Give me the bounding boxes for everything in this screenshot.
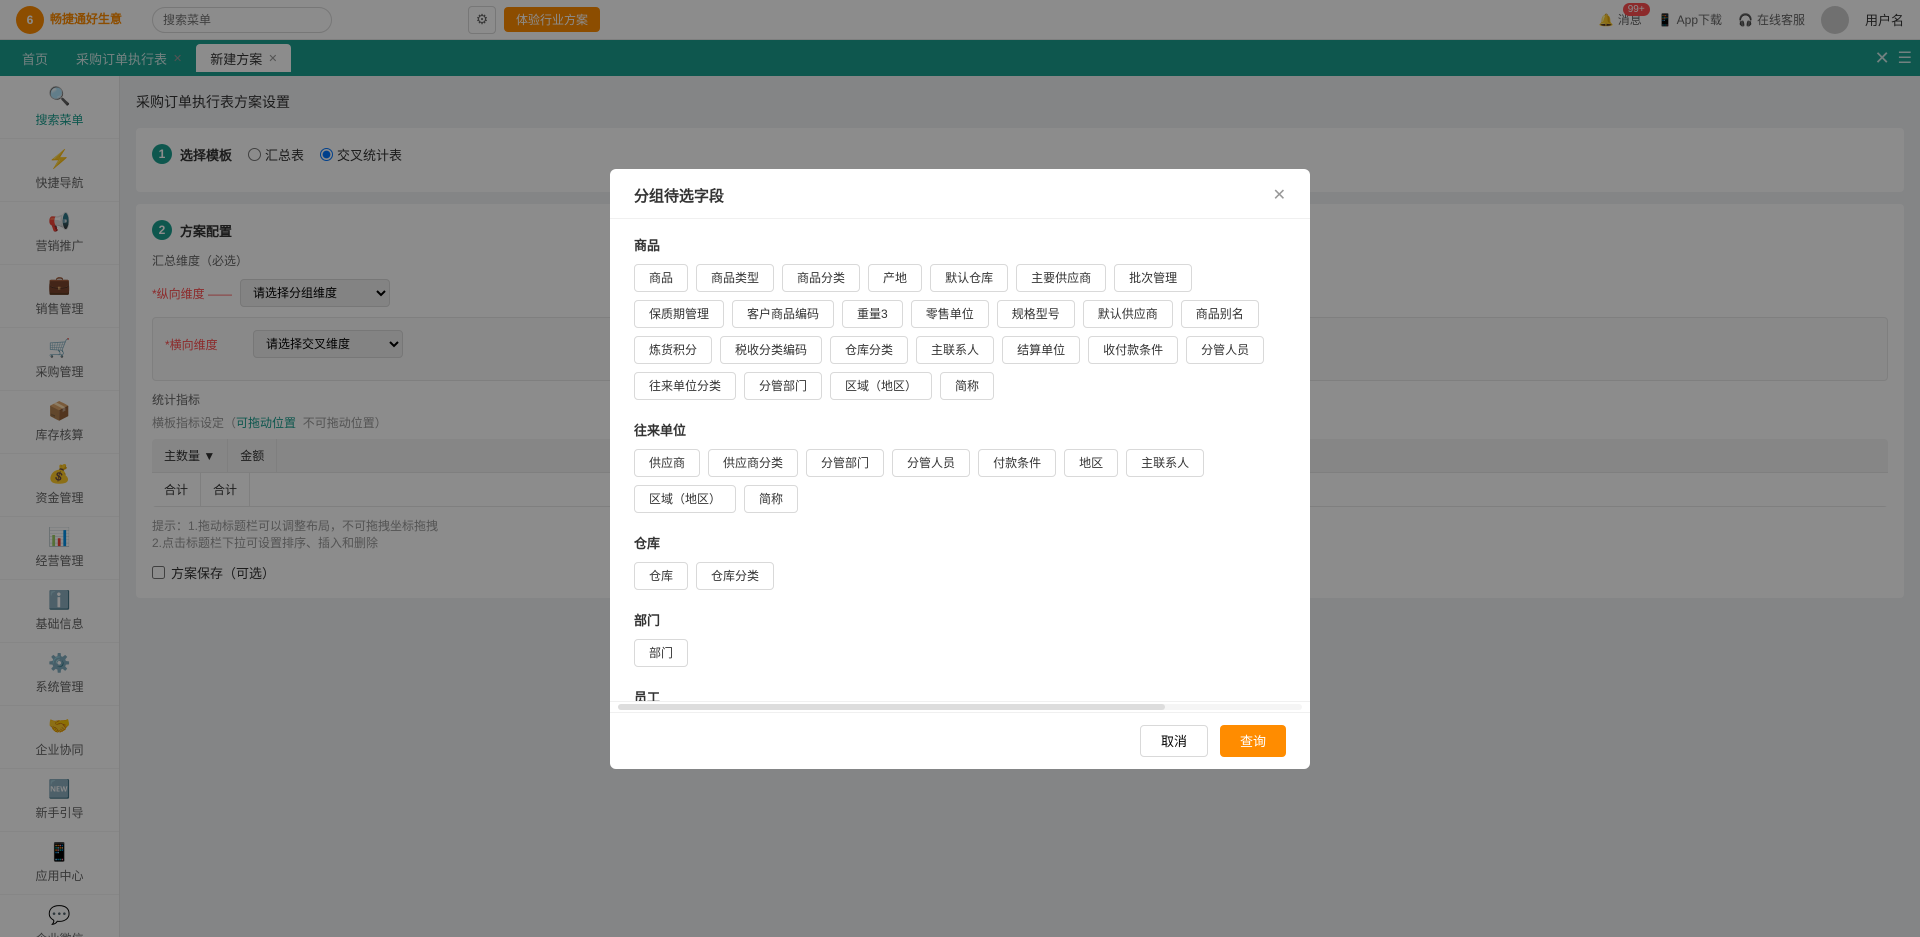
section-goods: 商品 商品 商品类型 商品分类 产地 默认仓库 主要供应商 批次管理 保质期管理…: [634, 235, 1286, 400]
field-tag-manager[interactable]: 分管人员: [1186, 336, 1264, 364]
section-goods-title: 商品: [634, 235, 1286, 254]
section-dept: 部门 部门: [634, 610, 1286, 667]
field-tag-abbr-goods[interactable]: 简称: [940, 372, 994, 400]
field-tag-region-goods[interactable]: 区域（地区）: [830, 372, 932, 400]
field-tag-department[interactable]: 部门: [634, 639, 688, 667]
field-tag-abbr-partner[interactable]: 简称: [744, 485, 798, 513]
field-tag-default-warehouse[interactable]: 默认仓库: [930, 264, 1008, 292]
modal-cancel-button[interactable]: 取消: [1140, 725, 1208, 757]
modal-overlay: 分组待选字段 ✕ 商品 商品 商品类型 商品分类 产地 默认仓库 主要供应商 批…: [0, 0, 1920, 937]
field-tag-staff-partner[interactable]: 分管人员: [892, 449, 970, 477]
field-tag-warehouse-category[interactable]: 仓库分类: [696, 562, 774, 590]
section-partner: 往来单位 供应商 供应商分类 分管部门 分管人员 付款条件 地区 主联系人 区域…: [634, 420, 1286, 513]
field-tag-spec-model[interactable]: 规格型号: [997, 300, 1075, 328]
modal-header: 分组待选字段 ✕: [610, 169, 1310, 219]
goods-field-tags: 商品 商品类型 商品分类 产地 默认仓库 主要供应商 批次管理 保质期管理 客户…: [634, 264, 1286, 400]
field-tag-area-partner[interactable]: 区域（地区）: [634, 485, 736, 513]
field-tag-tax-code[interactable]: 税收分类编码: [720, 336, 822, 364]
section-warehouse: 仓库 仓库 仓库分类: [634, 533, 1286, 590]
section-warehouse-title: 仓库: [634, 533, 1286, 552]
field-tag-main-contact[interactable]: 主联系人: [916, 336, 994, 364]
field-tag-region-partner[interactable]: 地区: [1064, 449, 1118, 477]
modal-title: 分组待选字段: [634, 185, 724, 206]
field-tag-warehouse-cat[interactable]: 仓库分类: [830, 336, 908, 364]
field-tag-customer-code[interactable]: 客户商品编码: [732, 300, 834, 328]
field-tag-goods-alias[interactable]: 商品别名: [1181, 300, 1259, 328]
field-tag-goods[interactable]: 商品: [634, 264, 688, 292]
field-tag-main-supplier[interactable]: 主要供应商: [1016, 264, 1106, 292]
field-tag-expiry-mgmt[interactable]: 保质期管理: [634, 300, 724, 328]
section-employee: 员工 业务员: [634, 687, 1286, 702]
section-partner-title: 往来单位: [634, 420, 1286, 439]
field-tag-contact-partner[interactable]: 主联系人: [1126, 449, 1204, 477]
field-tag-dept[interactable]: 分管部门: [744, 372, 822, 400]
modal-footer: 取消 查询: [610, 712, 1310, 769]
field-tag-points[interactable]: 炼货积分: [634, 336, 712, 364]
field-tag-goods-category[interactable]: 商品分类: [782, 264, 860, 292]
field-tag-default-supplier[interactable]: 默认供应商: [1083, 300, 1173, 328]
field-tag-payment-cond[interactable]: 付款条件: [978, 449, 1056, 477]
field-tag-weight3[interactable]: 重量3: [842, 300, 903, 328]
dept-field-tags: 部门: [634, 639, 1286, 667]
field-tag-supplier-cat[interactable]: 供应商分类: [708, 449, 798, 477]
field-tag-warehouse[interactable]: 仓库: [634, 562, 688, 590]
modal-confirm-button[interactable]: 查询: [1220, 725, 1286, 757]
modal-body[interactable]: 商品 商品 商品类型 商品分类 产地 默认仓库 主要供应商 批次管理 保质期管理…: [610, 219, 1310, 702]
section-dept-title: 部门: [634, 610, 1286, 629]
field-tag-payment-terms[interactable]: 收付款条件: [1088, 336, 1178, 364]
section-employee-title: 员工: [634, 687, 1286, 702]
field-tag-retail-unit[interactable]: 零售单位: [911, 300, 989, 328]
field-tag-settlement-unit[interactable]: 结算单位: [1002, 336, 1080, 364]
partner-field-tags: 供应商 供应商分类 分管部门 分管人员 付款条件 地区 主联系人 区域（地区） …: [634, 449, 1286, 513]
field-tag-batch-mgmt[interactable]: 批次管理: [1114, 264, 1192, 292]
field-tag-supplier[interactable]: 供应商: [634, 449, 700, 477]
modal-hscrollbar[interactable]: [610, 701, 1310, 711]
warehouse-field-tags: 仓库 仓库分类: [634, 562, 1286, 590]
field-select-modal: 分组待选字段 ✕ 商品 商品 商品类型 商品分类 产地 默认仓库 主要供应商 批…: [610, 169, 1310, 769]
field-tag-goods-type[interactable]: 商品类型: [696, 264, 774, 292]
modal-close-button[interactable]: ✕: [1273, 185, 1286, 205]
field-tag-partner-cat[interactable]: 往来单位分类: [634, 372, 736, 400]
field-tag-dept-partner[interactable]: 分管部门: [806, 449, 884, 477]
field-tag-origin[interactable]: 产地: [868, 264, 922, 292]
